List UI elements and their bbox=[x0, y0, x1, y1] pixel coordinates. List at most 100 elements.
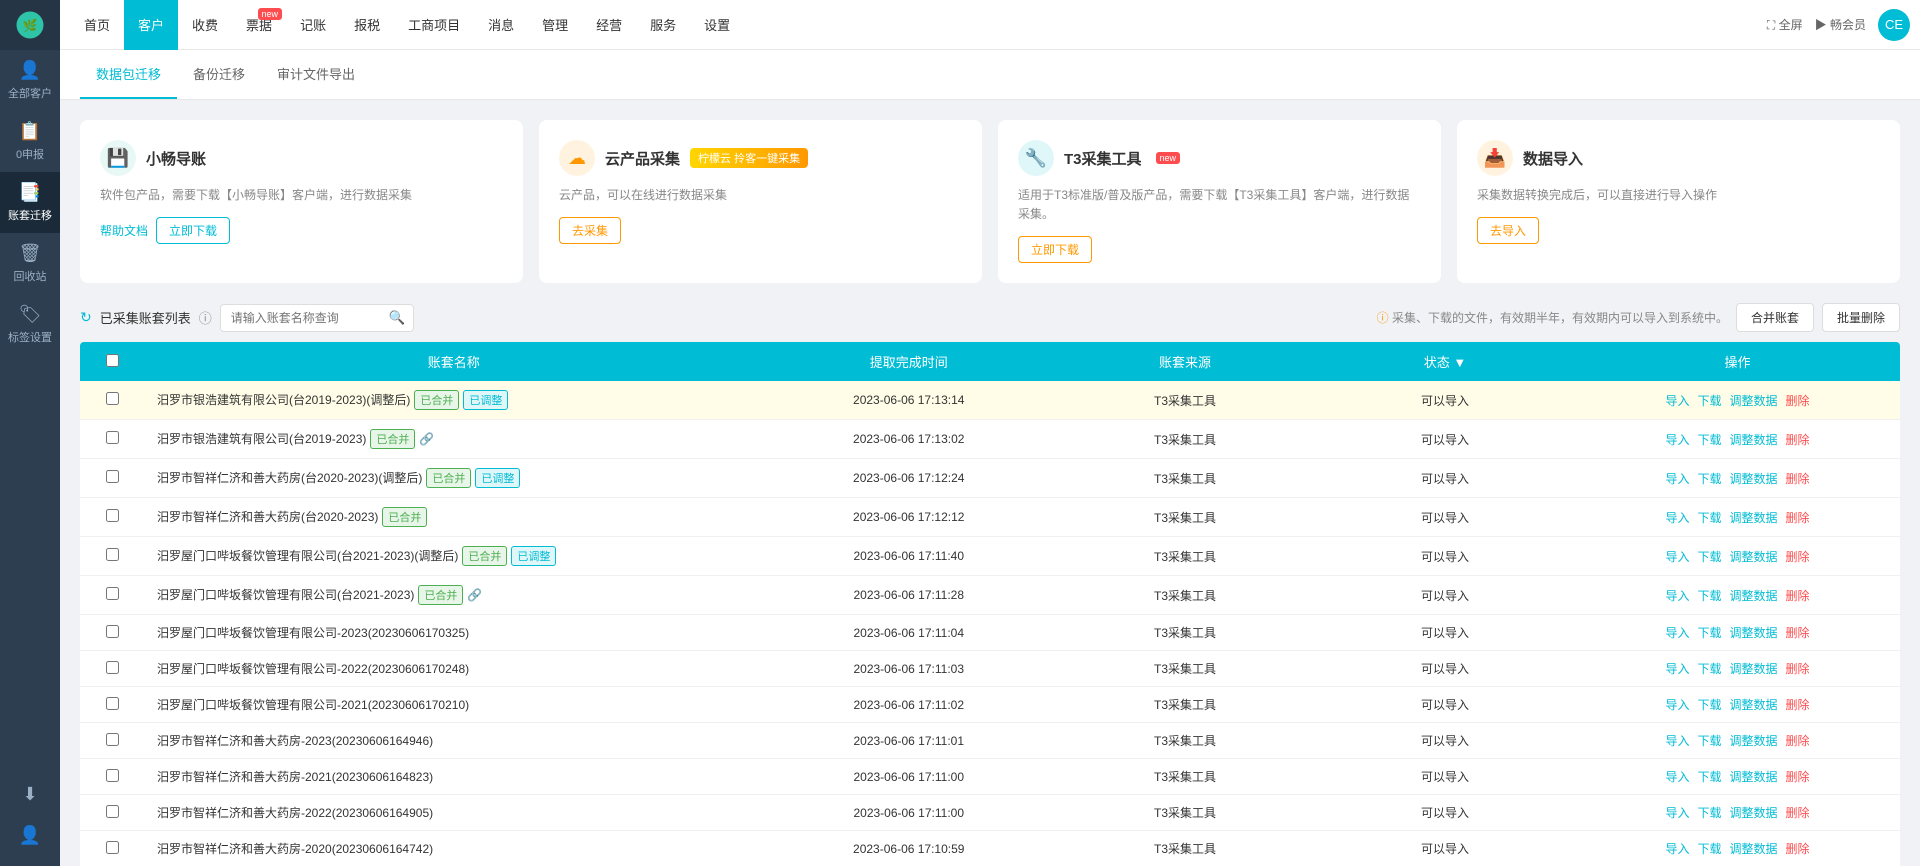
row-action-12-调整数据[interactable]: 调整数据 bbox=[1730, 840, 1778, 857]
row-action-8-调整数据[interactable]: 调整数据 bbox=[1730, 696, 1778, 713]
row-action-9-下载[interactable]: 下载 bbox=[1697, 732, 1721, 749]
nav-service[interactable]: 服务 bbox=[636, 0, 690, 50]
row-action-6-下载[interactable]: 下载 bbox=[1697, 624, 1721, 641]
row-action-8-删除[interactable]: 删除 bbox=[1786, 696, 1810, 713]
row-action-8-导入[interactable]: 导入 bbox=[1665, 696, 1689, 713]
sidebar-item-account-migration[interactable]: 📑 账套迁移 bbox=[0, 172, 60, 233]
row-action-10-导入[interactable]: 导入 bbox=[1665, 768, 1689, 785]
go-import-btn[interactable]: 去导入 bbox=[1477, 217, 1539, 244]
row-action-6-调整数据[interactable]: 调整数据 bbox=[1730, 624, 1778, 641]
row-action-3-删除[interactable]: 删除 bbox=[1786, 509, 1810, 526]
row-action-2-删除[interactable]: 删除 bbox=[1786, 470, 1810, 487]
row-action-1-删除[interactable]: 删除 bbox=[1786, 431, 1810, 448]
row-action-6-删除[interactable]: 删除 bbox=[1786, 624, 1810, 641]
row-action-10-删除[interactable]: 删除 bbox=[1786, 768, 1810, 785]
row-action-5-调整数据[interactable]: 调整数据 bbox=[1730, 587, 1778, 604]
nav-business[interactable]: 工商项目 bbox=[394, 0, 474, 50]
row-action-3-导入[interactable]: 导入 bbox=[1665, 509, 1689, 526]
row-checkbox-1[interactable] bbox=[106, 431, 119, 444]
row-checkbox-6[interactable] bbox=[106, 625, 119, 638]
row-action-12-导入[interactable]: 导入 bbox=[1665, 840, 1689, 857]
row-checkbox-5[interactable] bbox=[106, 587, 119, 600]
row-checkbox-10[interactable] bbox=[106, 769, 119, 782]
row-action-1-导入[interactable]: 导入 bbox=[1665, 431, 1689, 448]
member-btn[interactable]: ▶ 畅会员 bbox=[1815, 16, 1866, 33]
app-logo[interactable]: 🌿 bbox=[0, 0, 60, 50]
row-link-icon-1[interactable]: 🔗 bbox=[419, 432, 434, 446]
sidebar-item-user[interactable]: 👤 bbox=[0, 815, 60, 856]
row-action-2-下载[interactable]: 下载 bbox=[1697, 470, 1721, 487]
row-action-7-下载[interactable]: 下载 bbox=[1697, 660, 1721, 677]
search-button[interactable]: 🔍 bbox=[381, 305, 414, 331]
row-action-4-删除[interactable]: 删除 bbox=[1786, 548, 1810, 565]
tab-data-migration[interactable]: 数据包迁移 bbox=[80, 50, 177, 99]
row-action-4-调整数据[interactable]: 调整数据 bbox=[1730, 548, 1778, 565]
help-doc-link[interactable]: 帮助文档 bbox=[100, 222, 148, 239]
row-action-5-导入[interactable]: 导入 bbox=[1665, 587, 1689, 604]
sidebar-item-recycle[interactable]: 🗑 回收站 bbox=[0, 233, 60, 294]
row-action-10-下载[interactable]: 下载 bbox=[1697, 768, 1721, 785]
row-action-9-删除[interactable]: 删除 bbox=[1786, 732, 1810, 749]
select-all-checkbox[interactable] bbox=[106, 354, 119, 367]
refresh-icon[interactable]: ↻ bbox=[80, 309, 92, 326]
sidebar-item-all-clients[interactable]: 👤 全部客户 bbox=[0, 50, 60, 111]
row-action-7-调整数据[interactable]: 调整数据 bbox=[1730, 660, 1778, 677]
nav-accounting[interactable]: 记账 bbox=[286, 0, 340, 50]
row-action-11-调整数据[interactable]: 调整数据 bbox=[1730, 804, 1778, 821]
nav-home[interactable]: 首页 bbox=[70, 0, 124, 50]
fullscreen-btn[interactable]: ⛶ 全屏 bbox=[1767, 16, 1803, 33]
sidebar-item-label-settings[interactable]: 🏷 标签设置 bbox=[0, 294, 60, 355]
row-checkbox-3[interactable] bbox=[106, 509, 119, 522]
row-checkbox-4[interactable] bbox=[106, 548, 119, 561]
row-action-11-下载[interactable]: 下载 bbox=[1697, 804, 1721, 821]
row-action-0-调整数据[interactable]: 调整数据 bbox=[1730, 392, 1778, 409]
row-action-6-导入[interactable]: 导入 bbox=[1665, 624, 1689, 641]
nav-client[interactable]: 客户 bbox=[124, 0, 178, 50]
nav-operations[interactable]: 经营 bbox=[582, 0, 636, 50]
nav-message[interactable]: 消息 bbox=[474, 0, 528, 50]
row-link-icon-5[interactable]: 🔗 bbox=[467, 588, 482, 602]
row-checkbox-12[interactable] bbox=[106, 841, 119, 854]
nav-billing[interactable]: 收费 bbox=[178, 0, 232, 50]
nav-settings[interactable]: 设置 bbox=[690, 0, 744, 50]
row-action-8-下载[interactable]: 下载 bbox=[1697, 696, 1721, 713]
sidebar-item-download[interactable]: ⬇ bbox=[0, 774, 60, 815]
row-action-5-删除[interactable]: 删除 bbox=[1786, 587, 1810, 604]
sidebar-item-zero-report[interactable]: 📋 0申报 bbox=[0, 111, 60, 172]
row-action-1-调整数据[interactable]: 调整数据 bbox=[1730, 431, 1778, 448]
user-avatar[interactable]: CE bbox=[1878, 9, 1910, 41]
row-action-0-导入[interactable]: 导入 bbox=[1665, 392, 1689, 409]
download-now-btn[interactable]: 立即下载 bbox=[156, 217, 230, 244]
row-action-11-导入[interactable]: 导入 bbox=[1665, 804, 1689, 821]
row-checkbox-11[interactable] bbox=[106, 805, 119, 818]
row-action-0-下载[interactable]: 下载 bbox=[1697, 392, 1721, 409]
search-input[interactable] bbox=[221, 306, 381, 330]
list-help-icon[interactable]: ⓘ bbox=[199, 308, 212, 327]
download-t3-btn[interactable]: 立即下载 bbox=[1018, 236, 1092, 263]
row-action-5-下载[interactable]: 下载 bbox=[1697, 587, 1721, 604]
row-action-2-导入[interactable]: 导入 bbox=[1665, 470, 1689, 487]
merge-btn[interactable]: 合并账套 bbox=[1736, 303, 1814, 332]
row-action-1-下载[interactable]: 下载 bbox=[1697, 431, 1721, 448]
row-action-7-导入[interactable]: 导入 bbox=[1665, 660, 1689, 677]
row-action-3-调整数据[interactable]: 调整数据 bbox=[1730, 509, 1778, 526]
batch-delete-btn[interactable]: 批量删除 bbox=[1822, 303, 1900, 332]
row-action-2-调整数据[interactable]: 调整数据 bbox=[1730, 470, 1778, 487]
go-collect-btn[interactable]: 去采集 bbox=[559, 217, 621, 244]
nav-tax[interactable]: 报税 bbox=[340, 0, 394, 50]
row-action-12-下载[interactable]: 下载 bbox=[1697, 840, 1721, 857]
row-action-11-删除[interactable]: 删除 bbox=[1786, 804, 1810, 821]
tab-audit-export[interactable]: 审计文件导出 bbox=[261, 50, 371, 99]
row-checkbox-8[interactable] bbox=[106, 697, 119, 710]
row-action-4-导入[interactable]: 导入 bbox=[1665, 548, 1689, 565]
row-action-0-删除[interactable]: 删除 bbox=[1786, 392, 1810, 409]
status-filter-icon[interactable]: ▼ bbox=[1453, 355, 1466, 370]
row-action-12-删除[interactable]: 删除 bbox=[1786, 840, 1810, 857]
row-checkbox-2[interactable] bbox=[106, 470, 119, 483]
row-action-3-下载[interactable]: 下载 bbox=[1697, 509, 1721, 526]
row-checkbox-0[interactable] bbox=[106, 392, 119, 405]
row-action-9-导入[interactable]: 导入 bbox=[1665, 732, 1689, 749]
row-action-9-调整数据[interactable]: 调整数据 bbox=[1730, 732, 1778, 749]
tab-backup-migration[interactable]: 备份迁移 bbox=[177, 50, 261, 99]
row-checkbox-9[interactable] bbox=[106, 733, 119, 746]
